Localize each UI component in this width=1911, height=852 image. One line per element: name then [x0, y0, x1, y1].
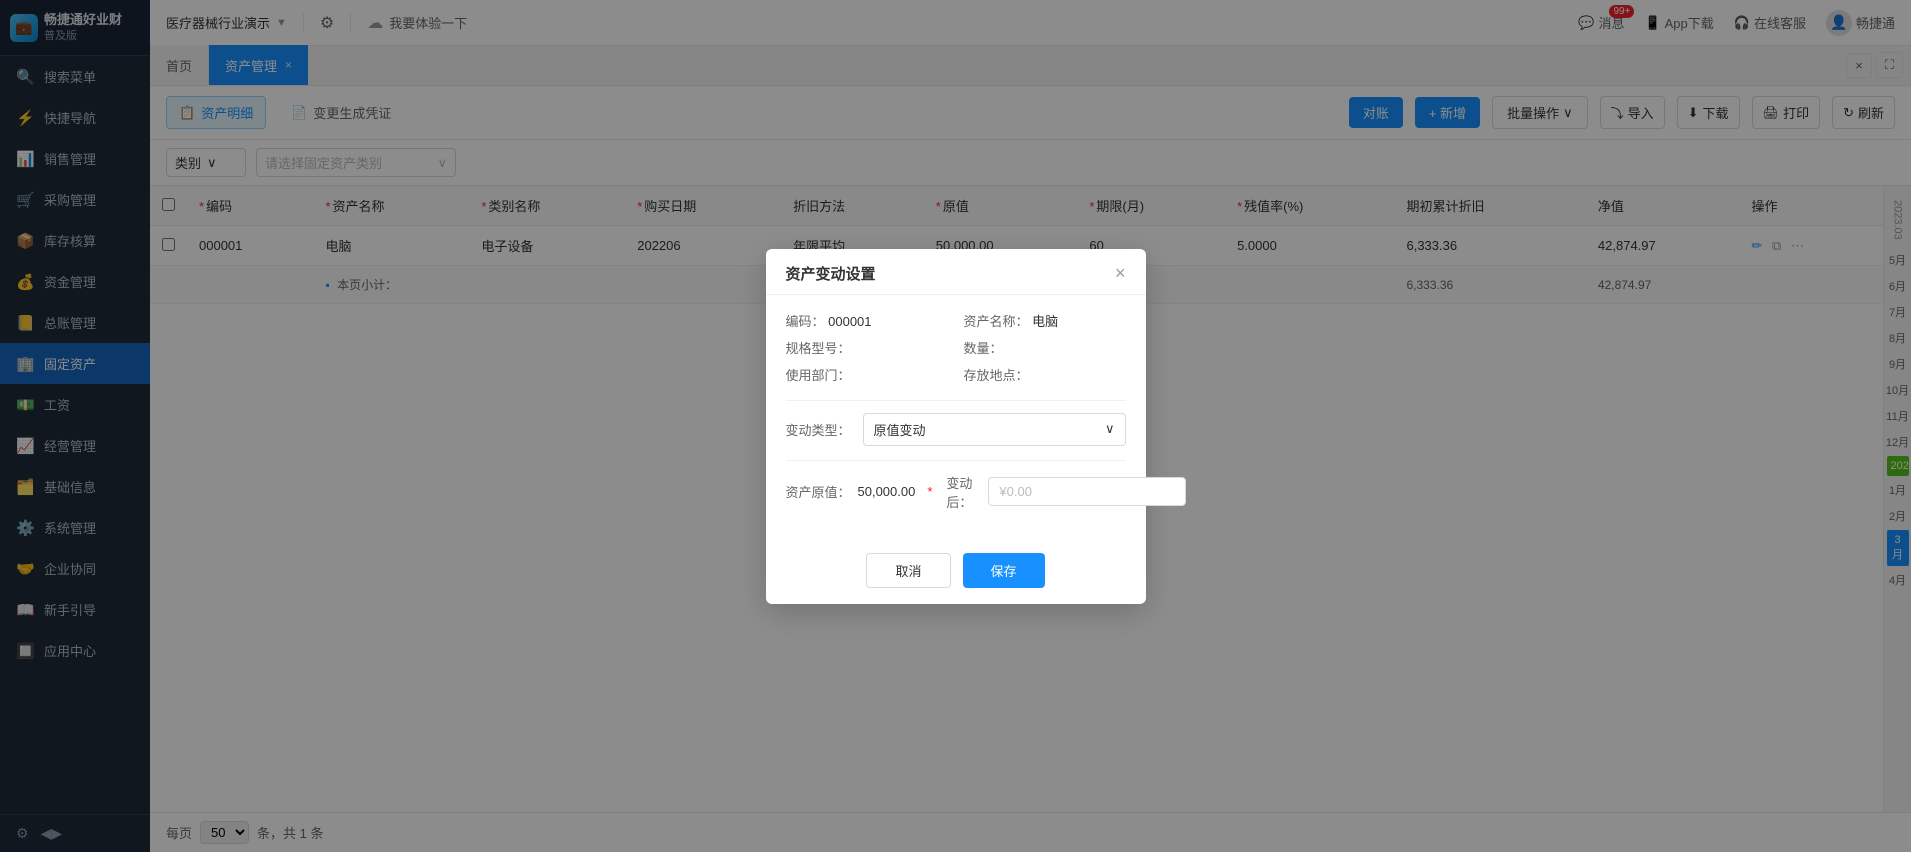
modal-location-label: 存放地点：	[964, 368, 1029, 383]
modal-spec-label: 规格型号：	[786, 341, 851, 356]
modal-location-item: 存放地点：	[964, 365, 1126, 384]
modal-name-label: 资产名称：	[964, 314, 1029, 329]
modal-info-grid: 编码： 000001 资产名称： 电脑 规格型号：	[786, 311, 1126, 384]
after-change-input[interactable]	[988, 477, 1186, 506]
modal-code-value: 000001	[828, 314, 871, 329]
modal-divider-1	[786, 400, 1126, 401]
original-value-display: 50,000.00	[858, 484, 916, 499]
original-value-row: 资产原值： 50,000.00 * 变动后：	[786, 473, 1126, 511]
change-type-select[interactable]: 原值变动 ∨	[863, 413, 1126, 446]
modal-department-label: 使用部门：	[786, 368, 851, 383]
modal-spec-item: 规格型号：	[786, 338, 948, 357]
modal-footer: 取消 保存	[766, 541, 1146, 604]
main-content: 医疗器械行业演示 ▼ ⚙ ☁ 我要体验一下 💬 消息 99+ 📱 App下载	[150, 0, 1911, 852]
change-type-value: 原值变动	[874, 420, 926, 439]
cancel-button[interactable]: 取消	[866, 553, 950, 588]
change-type-row: 变动类型： 原值变动 ∨	[786, 413, 1126, 446]
modal-department-item: 使用部门：	[786, 365, 948, 384]
modal-quantity-item: 数量：	[964, 338, 1126, 357]
modal-name-value: 电脑	[1032, 314, 1058, 329]
modal-divider-2	[786, 460, 1126, 461]
after-change-label: 变动后：	[946, 473, 972, 511]
change-type-label: 变动类型：	[786, 420, 851, 439]
modal-body: 编码： 000001 资产名称： 电脑 规格型号：	[766, 295, 1146, 541]
modal-title: 资产变动设置	[786, 263, 876, 284]
required-star-icon: *	[927, 484, 932, 499]
change-type-arrow-icon: ∨	[1105, 421, 1115, 437]
page-content: 📋 资产明细 📄 变更生成凭证 对账 + 新增 批量操作 ∨	[150, 86, 1911, 852]
save-button[interactable]: 保存	[963, 553, 1045, 588]
modal-quantity-label: 数量：	[964, 341, 1003, 356]
asset-change-modal: 资产变动设置 × 编码： 000001 资产名称： 电脑	[766, 249, 1146, 604]
original-value-label: 资产原值：	[786, 482, 846, 501]
modal-overlay: 资产变动设置 × 编码： 000001 资产名称： 电脑	[150, 86, 1911, 852]
modal-close-button[interactable]: ×	[1115, 264, 1126, 282]
modal-name-item: 资产名称： 电脑	[964, 311, 1126, 330]
modal-code-label: 编码：	[786, 314, 825, 329]
modal-header: 资产变动设置 ×	[766, 249, 1146, 295]
modal-code-item: 编码： 000001	[786, 311, 948, 330]
